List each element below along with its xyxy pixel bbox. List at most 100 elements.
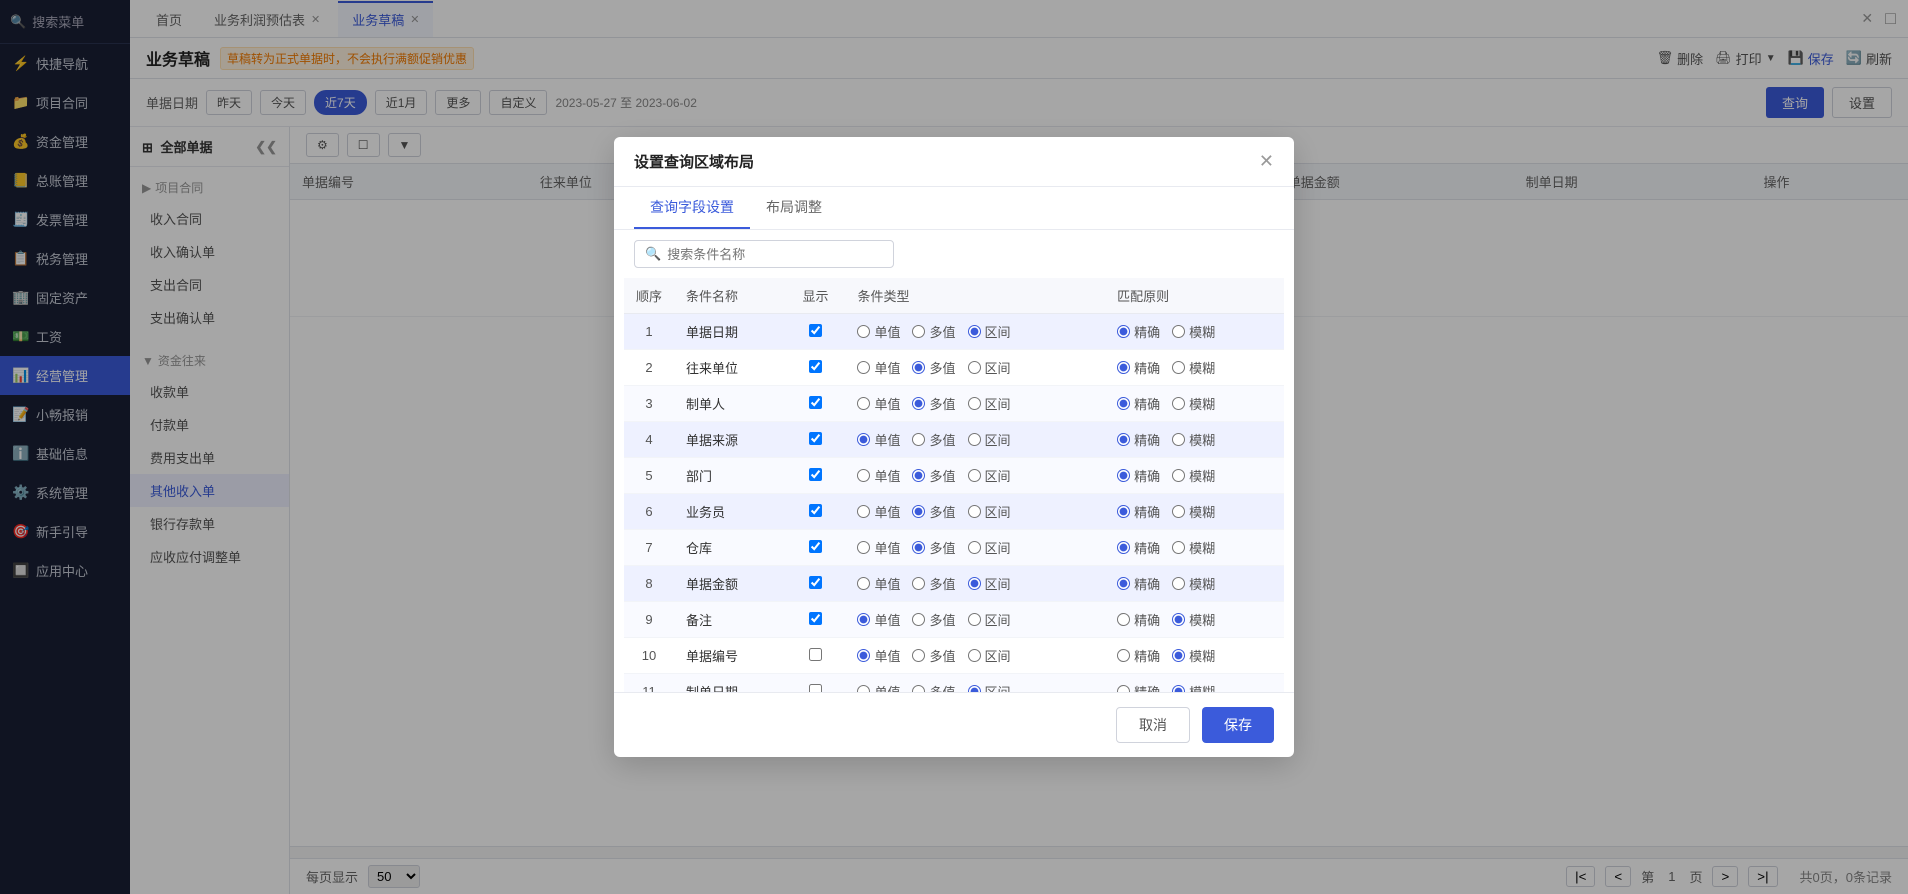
type-multi-option[interactable]: 多值 bbox=[912, 466, 955, 485]
match-exact-option[interactable]: 精确 bbox=[1117, 682, 1160, 692]
type-single-radio[interactable] bbox=[857, 613, 870, 626]
match-exact-option[interactable]: 精确 bbox=[1117, 430, 1160, 449]
type-range-radio[interactable] bbox=[968, 433, 981, 446]
type-multi-radio[interactable] bbox=[912, 541, 925, 554]
type-single-option[interactable]: 单值 bbox=[857, 502, 900, 521]
type-multi-radio[interactable] bbox=[912, 433, 925, 446]
show-checkbox[interactable] bbox=[809, 432, 822, 445]
match-exact-option[interactable]: 精确 bbox=[1117, 538, 1160, 557]
match-fuzzy-option[interactable]: 模糊 bbox=[1172, 682, 1215, 692]
show-checkbox[interactable] bbox=[809, 684, 822, 693]
type-multi-option[interactable]: 多值 bbox=[912, 610, 955, 629]
type-multi-option[interactable]: 多值 bbox=[912, 358, 955, 377]
type-multi-option[interactable]: 多值 bbox=[912, 394, 955, 413]
show-checkbox[interactable] bbox=[809, 612, 822, 625]
type-multi-option[interactable]: 多值 bbox=[912, 682, 955, 692]
show-checkbox[interactable] bbox=[809, 648, 822, 661]
type-range-radio[interactable] bbox=[968, 469, 981, 482]
match-fuzzy-option[interactable]: 模糊 bbox=[1172, 502, 1215, 521]
type-range-option[interactable]: 区间 bbox=[968, 502, 1011, 521]
type-multi-radio[interactable] bbox=[912, 577, 925, 590]
modal-search-input-field[interactable] bbox=[667, 247, 883, 262]
type-multi-option[interactable]: 多值 bbox=[912, 646, 955, 665]
type-single-radio[interactable] bbox=[857, 505, 870, 518]
match-exact-option[interactable]: 精确 bbox=[1117, 322, 1160, 341]
modal-tab-layout[interactable]: 布局调整 bbox=[750, 187, 838, 229]
type-range-radio[interactable] bbox=[968, 361, 981, 374]
show-checkbox[interactable] bbox=[809, 360, 822, 373]
match-exact-radio[interactable] bbox=[1117, 541, 1130, 554]
type-range-option[interactable]: 区间 bbox=[968, 358, 1011, 377]
type-single-option[interactable]: 单值 bbox=[857, 466, 900, 485]
match-fuzzy-radio[interactable] bbox=[1172, 469, 1185, 482]
type-single-radio[interactable] bbox=[857, 361, 870, 374]
type-single-radio[interactable] bbox=[857, 649, 870, 662]
match-exact-radio[interactable] bbox=[1117, 613, 1130, 626]
match-fuzzy-radio[interactable] bbox=[1172, 397, 1185, 410]
type-single-option[interactable]: 单值 bbox=[857, 574, 900, 593]
type-multi-radio[interactable] bbox=[912, 361, 925, 374]
type-multi-radio[interactable] bbox=[912, 397, 925, 410]
type-range-option[interactable]: 区间 bbox=[968, 538, 1011, 557]
match-fuzzy-option[interactable]: 模糊 bbox=[1172, 322, 1215, 341]
type-range-radio[interactable] bbox=[968, 649, 981, 662]
type-range-radio[interactable] bbox=[968, 397, 981, 410]
type-multi-radio[interactable] bbox=[912, 649, 925, 662]
match-exact-radio[interactable] bbox=[1117, 433, 1130, 446]
type-multi-radio[interactable] bbox=[912, 613, 925, 626]
type-single-option[interactable]: 单值 bbox=[857, 358, 900, 377]
type-single-option[interactable]: 单值 bbox=[857, 682, 900, 692]
match-exact-radio[interactable] bbox=[1117, 505, 1130, 518]
type-single-radio[interactable] bbox=[857, 325, 870, 338]
match-exact-radio[interactable] bbox=[1117, 469, 1130, 482]
type-multi-radio[interactable] bbox=[912, 505, 925, 518]
match-exact-option[interactable]: 精确 bbox=[1117, 466, 1160, 485]
type-range-radio[interactable] bbox=[968, 613, 981, 626]
type-multi-option[interactable]: 多值 bbox=[912, 322, 955, 341]
type-range-option[interactable]: 区间 bbox=[968, 646, 1011, 665]
modal-close-btn[interactable]: ✕ bbox=[1259, 151, 1274, 172]
type-multi-option[interactable]: 多值 bbox=[912, 538, 955, 557]
type-single-option[interactable]: 单值 bbox=[857, 322, 900, 341]
type-single-option[interactable]: 单值 bbox=[857, 394, 900, 413]
type-range-option[interactable]: 区间 bbox=[968, 394, 1011, 413]
type-single-radio[interactable] bbox=[857, 433, 870, 446]
match-fuzzy-option[interactable]: 模糊 bbox=[1172, 430, 1215, 449]
show-checkbox[interactable] bbox=[809, 324, 822, 337]
match-fuzzy-radio[interactable] bbox=[1172, 577, 1185, 590]
match-fuzzy-radio[interactable] bbox=[1172, 361, 1185, 374]
modal-tab-field-settings[interactable]: 查询字段设置 bbox=[634, 187, 750, 229]
type-single-radio[interactable] bbox=[857, 685, 870, 692]
type-range-option[interactable]: 区间 bbox=[968, 610, 1011, 629]
match-exact-radio[interactable] bbox=[1117, 325, 1130, 338]
match-fuzzy-option[interactable]: 模糊 bbox=[1172, 610, 1215, 629]
type-multi-radio[interactable] bbox=[912, 469, 925, 482]
match-exact-radio[interactable] bbox=[1117, 361, 1130, 374]
match-exact-option[interactable]: 精确 bbox=[1117, 358, 1160, 377]
save-button[interactable]: 保存 bbox=[1202, 707, 1274, 743]
type-single-radio[interactable] bbox=[857, 469, 870, 482]
type-multi-option[interactable]: 多值 bbox=[912, 502, 955, 521]
match-exact-option[interactable]: 精确 bbox=[1117, 574, 1160, 593]
type-single-option[interactable]: 单值 bbox=[857, 430, 900, 449]
type-single-option[interactable]: 单值 bbox=[857, 538, 900, 557]
type-multi-radio[interactable] bbox=[912, 685, 925, 692]
match-exact-radio[interactable] bbox=[1117, 397, 1130, 410]
type-multi-radio[interactable] bbox=[912, 325, 925, 338]
type-range-option[interactable]: 区间 bbox=[968, 682, 1011, 692]
match-exact-option[interactable]: 精确 bbox=[1117, 394, 1160, 413]
match-fuzzy-radio[interactable] bbox=[1172, 541, 1185, 554]
match-fuzzy-radio[interactable] bbox=[1172, 433, 1185, 446]
match-exact-option[interactable]: 精确 bbox=[1117, 646, 1160, 665]
match-fuzzy-option[interactable]: 模糊 bbox=[1172, 538, 1215, 557]
match-exact-option[interactable]: 精确 bbox=[1117, 502, 1160, 521]
match-fuzzy-radio[interactable] bbox=[1172, 505, 1185, 518]
type-range-option[interactable]: 区间 bbox=[968, 574, 1011, 593]
show-checkbox[interactable] bbox=[809, 504, 822, 517]
type-single-radio[interactable] bbox=[857, 577, 870, 590]
type-range-option[interactable]: 区间 bbox=[968, 322, 1011, 341]
type-single-option[interactable]: 单值 bbox=[857, 610, 900, 629]
match-fuzzy-radio[interactable] bbox=[1172, 685, 1185, 692]
type-range-radio[interactable] bbox=[968, 325, 981, 338]
type-multi-option[interactable]: 多值 bbox=[912, 574, 955, 593]
